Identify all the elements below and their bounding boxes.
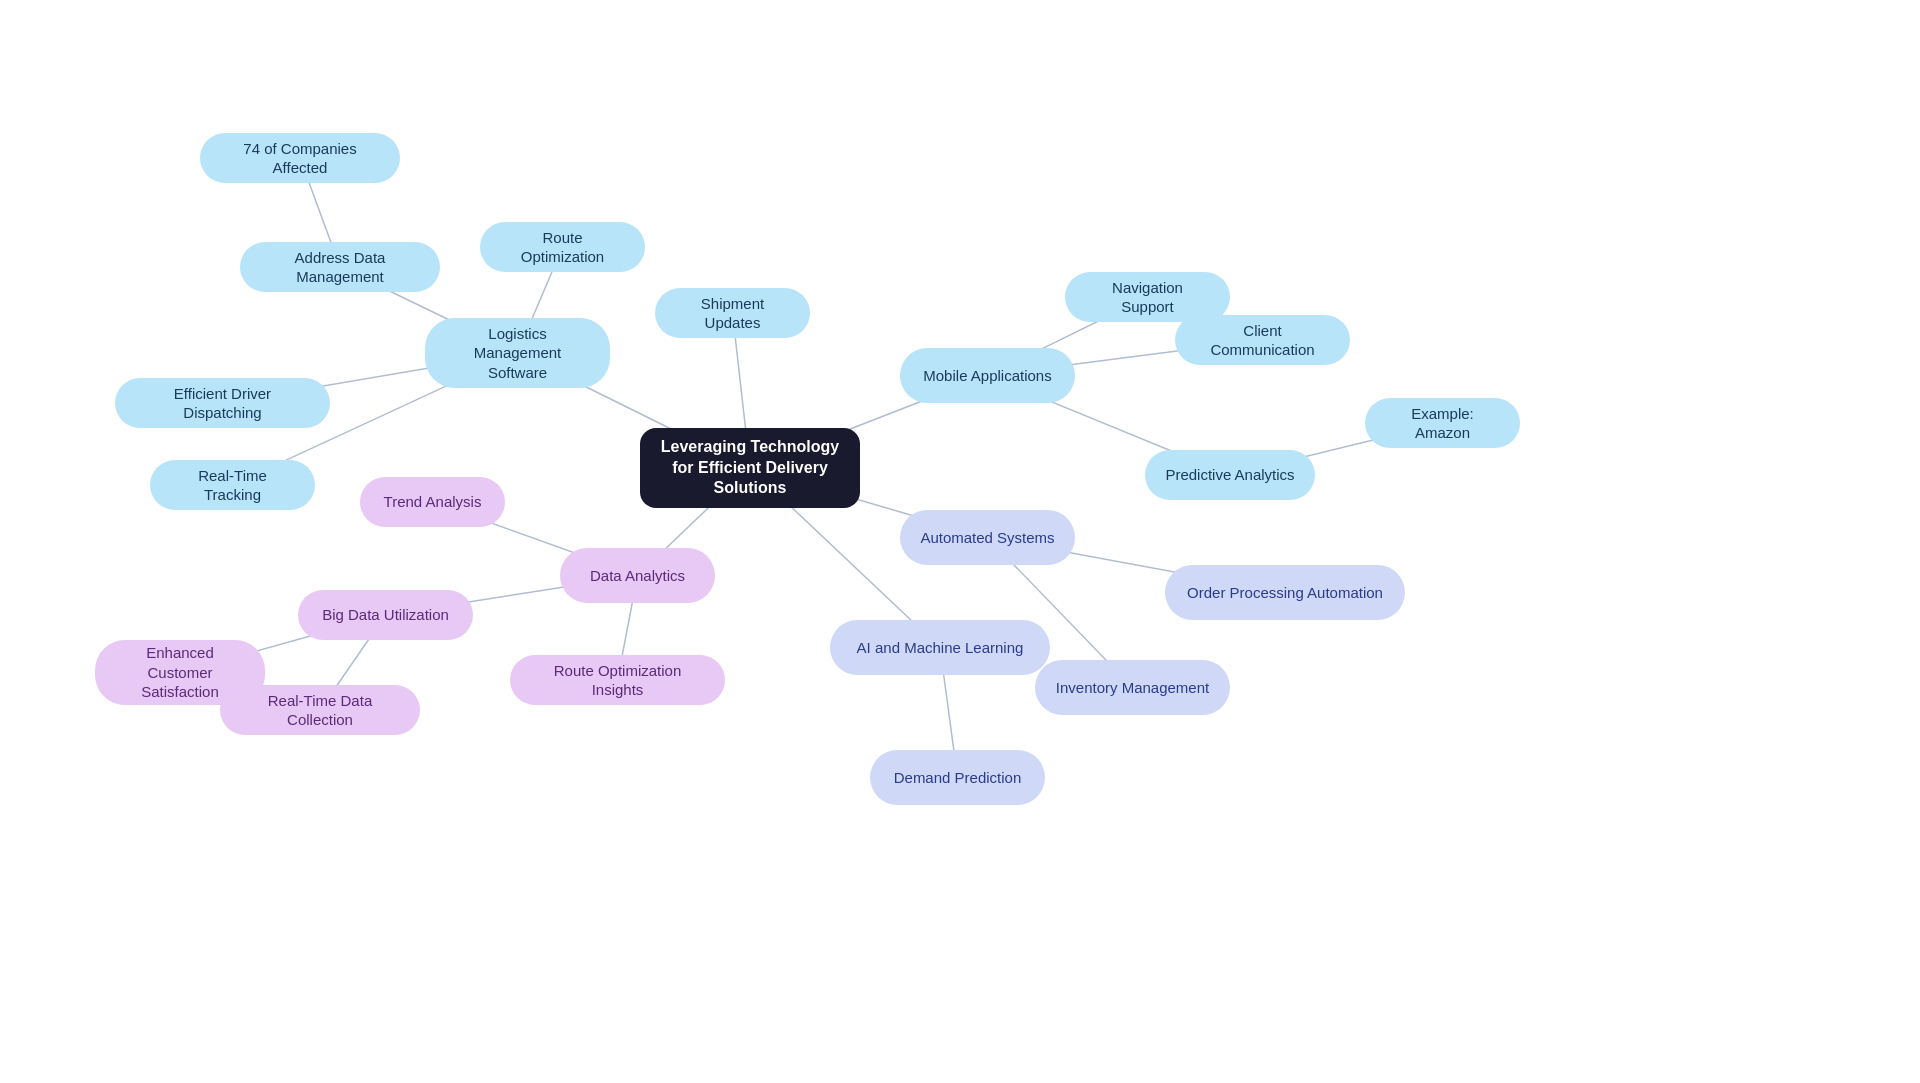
node-automated: Automated Systems <box>900 510 1075 565</box>
node-client: Client Communication <box>1175 315 1350 365</box>
node-route_insights: Route Optimization Insights <box>510 655 725 705</box>
node-driver: Efficient Driver Dispatching <box>115 378 330 428</box>
node-shipment: Shipment Updates <box>655 288 810 338</box>
node-ai_ml: AI and Machine Learning <box>830 620 1050 675</box>
node-predictive: Predictive Analytics <box>1145 450 1315 500</box>
node-realtime_data: Real-Time Data Collection <box>220 685 420 735</box>
node-route_opt: Route Optimization <box>480 222 645 272</box>
node-logistics: Logistics Management Software <box>425 318 610 388</box>
node-order: Order Processing Automation <box>1165 565 1405 620</box>
node-data_analytics: Data Analytics <box>560 548 715 603</box>
node-big_data: Big Data Utilization <box>298 590 473 640</box>
node-companies: 74 of Companies Affected <box>200 133 400 183</box>
node-inventory: Inventory Management <box>1035 660 1230 715</box>
node-demand: Demand Prediction <box>870 750 1045 805</box>
node-amazon: Example: Amazon <box>1365 398 1520 448</box>
node-mobile: Mobile Applications <box>900 348 1075 403</box>
node-address: Address Data Management <box>240 242 440 292</box>
node-trend: Trend Analysis <box>360 477 505 527</box>
node-tracking: Real-Time Tracking <box>150 460 315 510</box>
center-node: Leveraging Technology for Efficient Deli… <box>640 428 860 508</box>
